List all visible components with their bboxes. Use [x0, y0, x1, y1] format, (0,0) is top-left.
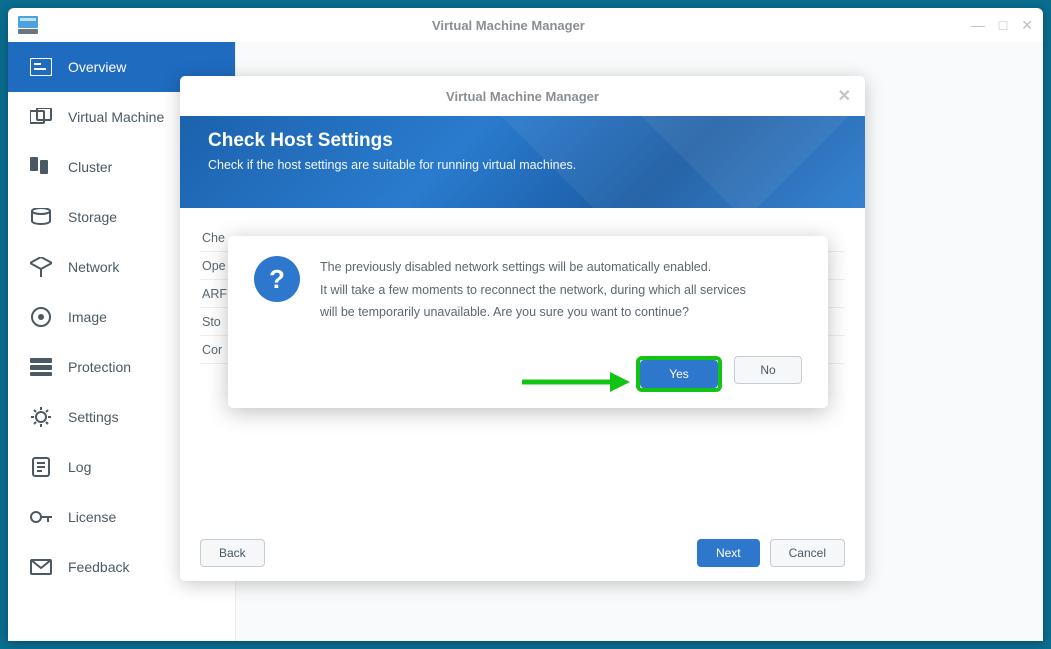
envelope-icon	[30, 556, 52, 578]
titlebar: Virtual Machine Manager — □ ✕	[8, 8, 1043, 42]
no-button[interactable]: No	[734, 356, 802, 384]
sidebar-item-label: Settings	[68, 409, 119, 425]
sidebar-item-label: Cluster	[68, 159, 112, 175]
back-button[interactable]: Back	[200, 539, 265, 567]
wizard-subheading: Check if the host settings are suitable …	[208, 158, 837, 172]
cluster-icon	[30, 156, 52, 178]
sidebar-item-label: Image	[68, 309, 107, 325]
minimize-button[interactable]: —	[971, 17, 985, 34]
yes-button[interactable]: Yes	[640, 360, 718, 388]
sidebar-item-label: Overview	[68, 59, 126, 75]
confirm-message: The previously disabled network settings…	[320, 256, 746, 324]
image-icon	[30, 306, 52, 328]
wizard-close-button[interactable]: ✕	[838, 86, 851, 106]
sidebar-item-label: Virtual Machine	[68, 109, 164, 125]
sidebar-item-label: Storage	[68, 209, 117, 225]
next-button[interactable]: Next	[697, 539, 760, 567]
sidebar-item-label: Log	[68, 459, 91, 475]
app-icon	[18, 16, 38, 34]
sidebar-item-label: Protection	[68, 359, 131, 375]
vm-icon	[30, 106, 52, 128]
gear-icon	[30, 406, 52, 428]
cancel-button[interactable]: Cancel	[770, 539, 845, 567]
window-title: Virtual Machine Manager	[46, 18, 971, 33]
key-icon	[30, 506, 52, 528]
sidebar-item-label: License	[68, 509, 116, 525]
log-icon	[30, 456, 52, 478]
maximize-button[interactable]: □	[999, 17, 1007, 34]
annotation-arrow	[522, 370, 632, 394]
yes-highlight: Yes	[636, 356, 722, 392]
storage-icon	[30, 206, 52, 228]
protection-icon	[30, 356, 52, 378]
network-icon	[30, 256, 52, 278]
wizard-heading: Check Host Settings	[208, 130, 837, 152]
question-icon: ?	[254, 256, 300, 302]
overview-icon	[30, 56, 52, 78]
wizard-header: Check Host Settings Check if the host se…	[180, 116, 865, 208]
wizard-title: Virtual Machine Manager	[446, 89, 599, 104]
sidebar-item-label: Feedback	[68, 559, 129, 575]
sidebar-item-label: Network	[68, 259, 119, 275]
close-window-button[interactable]: ✕	[1021, 17, 1033, 34]
